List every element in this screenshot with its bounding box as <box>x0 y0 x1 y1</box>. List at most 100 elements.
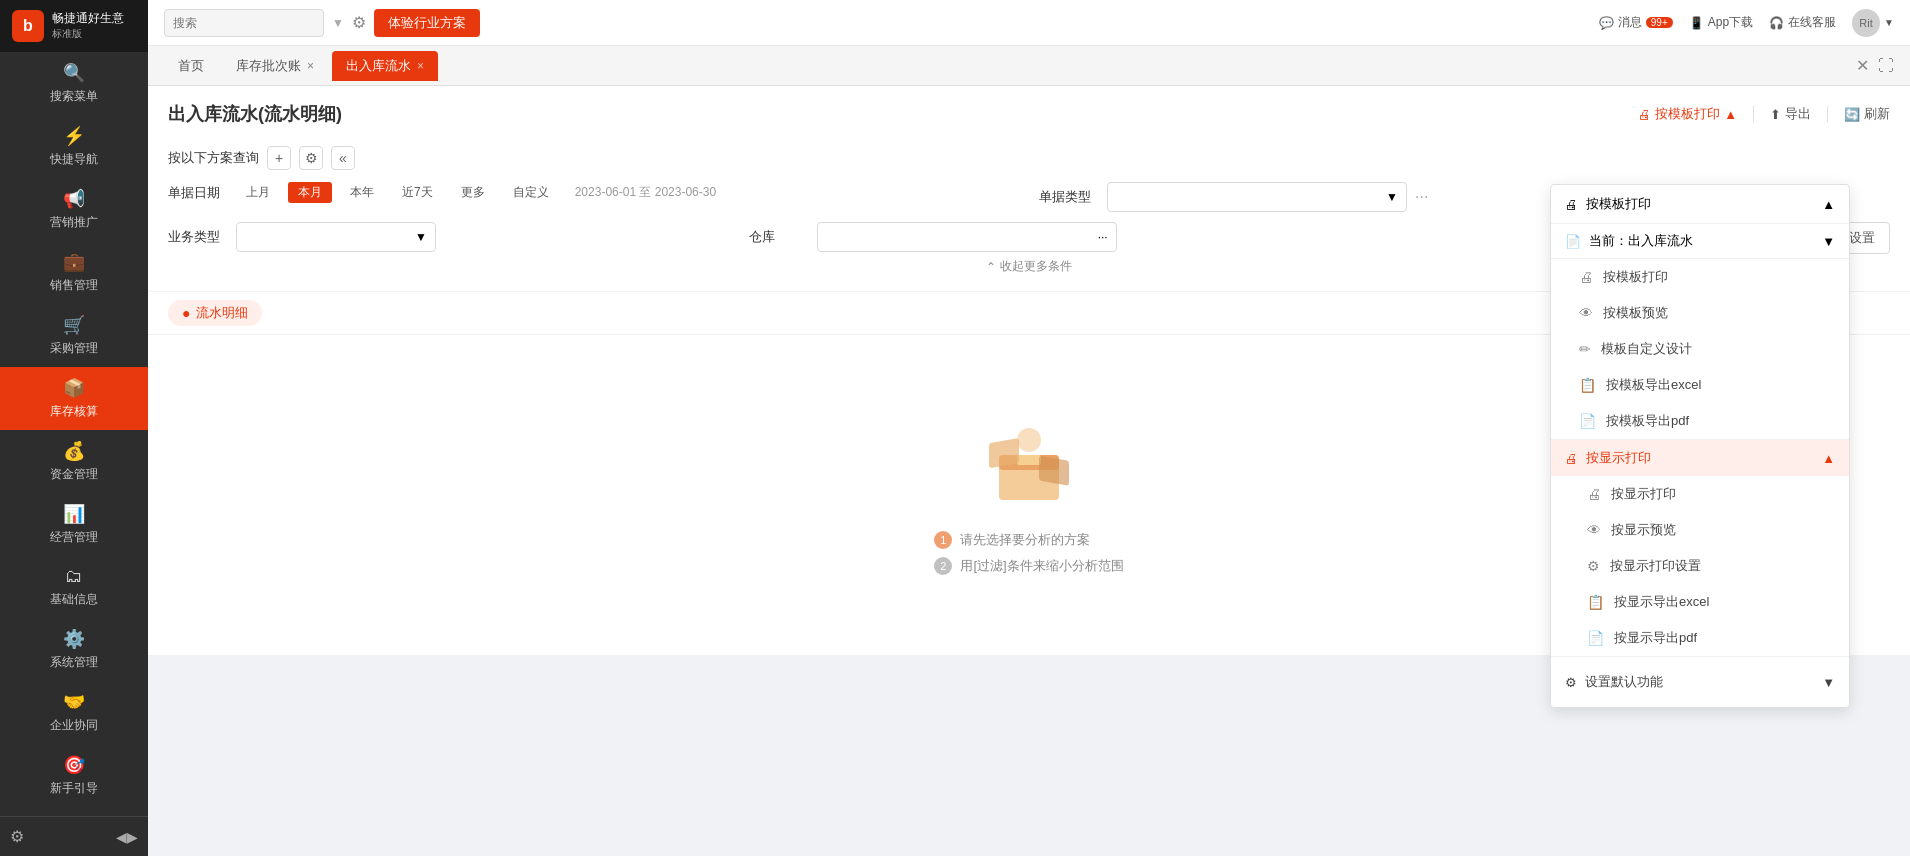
dropdown-set-default[interactable]: ⚙ 设置默认功能 ▼ <box>1565 667 1835 697</box>
collapse-label: 收起更多条件 <box>1000 258 1072 275</box>
display-excel-label: 按显示导出excel <box>1614 593 1709 611</box>
sidebar-settings-icon[interactable]: ⚙ <box>10 827 24 846</box>
date-tag-last-month[interactable]: 上月 <box>236 182 280 203</box>
user-dropdown-icon: ▼ <box>1884 17 1894 28</box>
dropdown-header: 🖨 按模板打印 ▲ <box>1551 185 1849 224</box>
warehouse-filter-col: 仓库 ··· <box>749 222 1310 252</box>
tab-home[interactable]: 首页 <box>164 51 218 81</box>
print-template-button[interactable]: 🖨 按模板打印 ▲ <box>1638 105 1737 123</box>
coop-icon: 🤝 <box>63 691 85 713</box>
filter-collapse-icon[interactable]: « <box>331 146 355 170</box>
sidebar-item-search[interactable]: 🔍 搜索菜单 <box>0 52 148 115</box>
sidebar-collapse-icon[interactable]: ◀▶ <box>116 829 138 845</box>
tab-batch[interactable]: 库存批次账 × <box>222 51 328 81</box>
filter-settings-button[interactable]: ⚙ <box>299 146 323 170</box>
template-print-icon: 🖨 <box>1579 269 1593 285</box>
sidebar-item-purchase[interactable]: 🛒 采购管理 <box>0 304 148 367</box>
tab-flow-close[interactable]: × <box>417 59 424 73</box>
display-print-settings-icon: ⚙ <box>1587 558 1600 574</box>
dropdown-template-excel[interactable]: 📋 按模板导出excel <box>1551 367 1849 403</box>
empty-step-2-text: 用[过滤]条件来缩小分析范围 <box>960 557 1123 575</box>
dropdown-display-preview[interactable]: 👁 按显示预览 <box>1551 512 1849 548</box>
biz-type-select[interactable]: ▼ <box>236 222 436 252</box>
date-tag-this-year[interactable]: 本年 <box>340 182 384 203</box>
customer-service-btn[interactable]: 🎧 在线客服 <box>1769 14 1836 31</box>
search-input[interactable] <box>164 9 324 37</box>
date-tag-7days[interactable]: 近7天 <box>392 182 443 203</box>
sidebar-item-label: 企业协同 <box>50 717 98 734</box>
chevron-up-icon: ⌃ <box>986 260 996 274</box>
doc-type-more-button[interactable]: ··· <box>1415 188 1428 206</box>
date-tag-custom[interactable]: 自定义 <box>503 182 559 203</box>
sidebar-item-label: 搜索菜单 <box>50 88 98 105</box>
top-bar-left: ▼ ⚙ 体验行业方案 <box>164 9 480 37</box>
sidebar-item-coop[interactable]: 🤝 企业协同 <box>0 681 148 744</box>
window-close-icon[interactable]: ✕ <box>1854 58 1870 74</box>
date-tag-this-month[interactable]: 本月 <box>288 182 332 203</box>
sidebar-item-apps[interactable]: 🧩 应用中心 <box>0 807 148 816</box>
template-excel-icon: 📋 <box>1579 377 1596 393</box>
app-download-btn[interactable]: 📱 App下载 <box>1689 14 1753 31</box>
display-section-label: 按显示打印 <box>1586 449 1651 467</box>
action-separator2 <box>1827 106 1828 122</box>
biz-type-label: 业务类型 <box>168 228 228 246</box>
user-avatar[interactable]: Rit ▼ <box>1852 9 1894 37</box>
sidebar-item-finance[interactable]: 💰 资金管理 <box>0 430 148 493</box>
message-badge: 99+ <box>1646 17 1673 28</box>
dropdown-template-preview[interactable]: 👁 按模板预览 <box>1551 295 1849 331</box>
sidebar-item-inventory[interactable]: 📦 库存核算 <box>0 367 148 430</box>
warehouse-select[interactable]: ··· <box>817 222 1117 252</box>
marketing-icon: 📢 <box>63 188 85 210</box>
date-tag-more[interactable]: 更多 <box>451 182 495 203</box>
sidebar-item-system[interactable]: ⚙️ 系统管理 <box>0 618 148 681</box>
export-button[interactable]: ⬆ 导出 <box>1770 105 1811 123</box>
gear-icon[interactable]: ⚙ <box>352 13 366 32</box>
dropdown-current-template[interactable]: 📄 当前：出入库流水 ▼ <box>1551 224 1849 259</box>
sidebar-item-shortcut[interactable]: ⚡ 快捷导航 <box>0 115 148 178</box>
sidebar-item-sales[interactable]: 💼 销售管理 <box>0 241 148 304</box>
trial-button[interactable]: 体验行业方案 <box>374 9 480 37</box>
filter-add-button[interactable]: + <box>267 146 291 170</box>
sidebar-item-marketing[interactable]: 📢 营销推广 <box>0 178 148 241</box>
display-chevron-icon: ▲ <box>1822 451 1835 466</box>
refresh-label: 刷新 <box>1864 105 1890 123</box>
dropdown-display-print-settings[interactable]: ⚙ 按显示打印设置 <box>1551 548 1849 584</box>
window-maximize-icon[interactable]: ⛶ <box>1878 58 1894 74</box>
doc-type-select[interactable]: ▼ <box>1107 182 1407 212</box>
dropdown-display-pdf[interactable]: 📄 按显示导出pdf <box>1551 620 1849 656</box>
collapse-button[interactable]: ⌃ 收起更多条件 <box>986 258 1072 275</box>
sidebar-item-guide[interactable]: 🎯 新手引导 <box>0 744 148 807</box>
biz-type-filter-col: 业务类型 ▼ <box>168 222 729 252</box>
dropdown-icon[interactable]: ▼ <box>332 16 344 30</box>
filter-section-label: 按以下方案查询 <box>168 149 259 167</box>
printer-icon: 🖨 <box>1638 107 1651 122</box>
sidebar-item-label: 销售管理 <box>50 277 98 294</box>
message-area[interactable]: 💬 消息 99+ <box>1599 14 1673 31</box>
dropdown-display-excel[interactable]: 📋 按显示导出excel <box>1551 584 1849 620</box>
dropdown-template-print[interactable]: 🖨 按模板打印 <box>1551 259 1849 295</box>
dropdown-display-print[interactable]: 🖨 按显示打印 <box>1551 476 1849 512</box>
tab-flow[interactable]: 出入库流水 × <box>332 51 438 81</box>
print-dropdown-panel: 🖨 按模板打印 ▲ 📄 当前：出入库流水 ▼ 🖨 <box>1550 184 1850 708</box>
sub-nav-flow-detail[interactable]: ● 流水明细 <box>168 300 262 326</box>
dropdown-template-pdf[interactable]: 📄 按模板导出pdf <box>1551 403 1849 439</box>
warehouse-more-icon: ··· <box>1098 230 1108 244</box>
display-section-header[interactable]: 🖨 按显示打印 ▲ <box>1551 440 1849 476</box>
sidebar-item-label: 快捷导航 <box>50 151 98 168</box>
refresh-button[interactable]: 🔄 刷新 <box>1844 105 1890 123</box>
current-template-label: 当前：出入库流水 <box>1589 232 1693 250</box>
basic-icon: 🗂 <box>65 566 83 587</box>
svg-rect-3 <box>989 438 1019 468</box>
app-badge: 标准版 <box>52 27 124 41</box>
tab-batch-close[interactable]: × <box>307 59 314 73</box>
dropdown-scroll: 🖨 按模板打印 👁 按模板预览 ✏ 模板自定义设计 📋 按模板导出excel <box>1551 259 1849 656</box>
export-icon: ⬆ <box>1770 107 1781 122</box>
sidebar-item-basic[interactable]: 🗂 基础信息 <box>0 556 148 618</box>
display-pdf-icon: 📄 <box>1587 630 1604 646</box>
export-label: 导出 <box>1785 105 1811 123</box>
headset-icon: 🎧 <box>1769 16 1784 30</box>
message-icon: 💬 <box>1599 16 1614 30</box>
sidebar-item-operation[interactable]: 📊 经营管理 <box>0 493 148 556</box>
dropdown-template-custom[interactable]: ✏ 模板自定义设计 <box>1551 331 1849 367</box>
dropdown-chevron-up-icon[interactable]: ▲ <box>1822 197 1835 212</box>
